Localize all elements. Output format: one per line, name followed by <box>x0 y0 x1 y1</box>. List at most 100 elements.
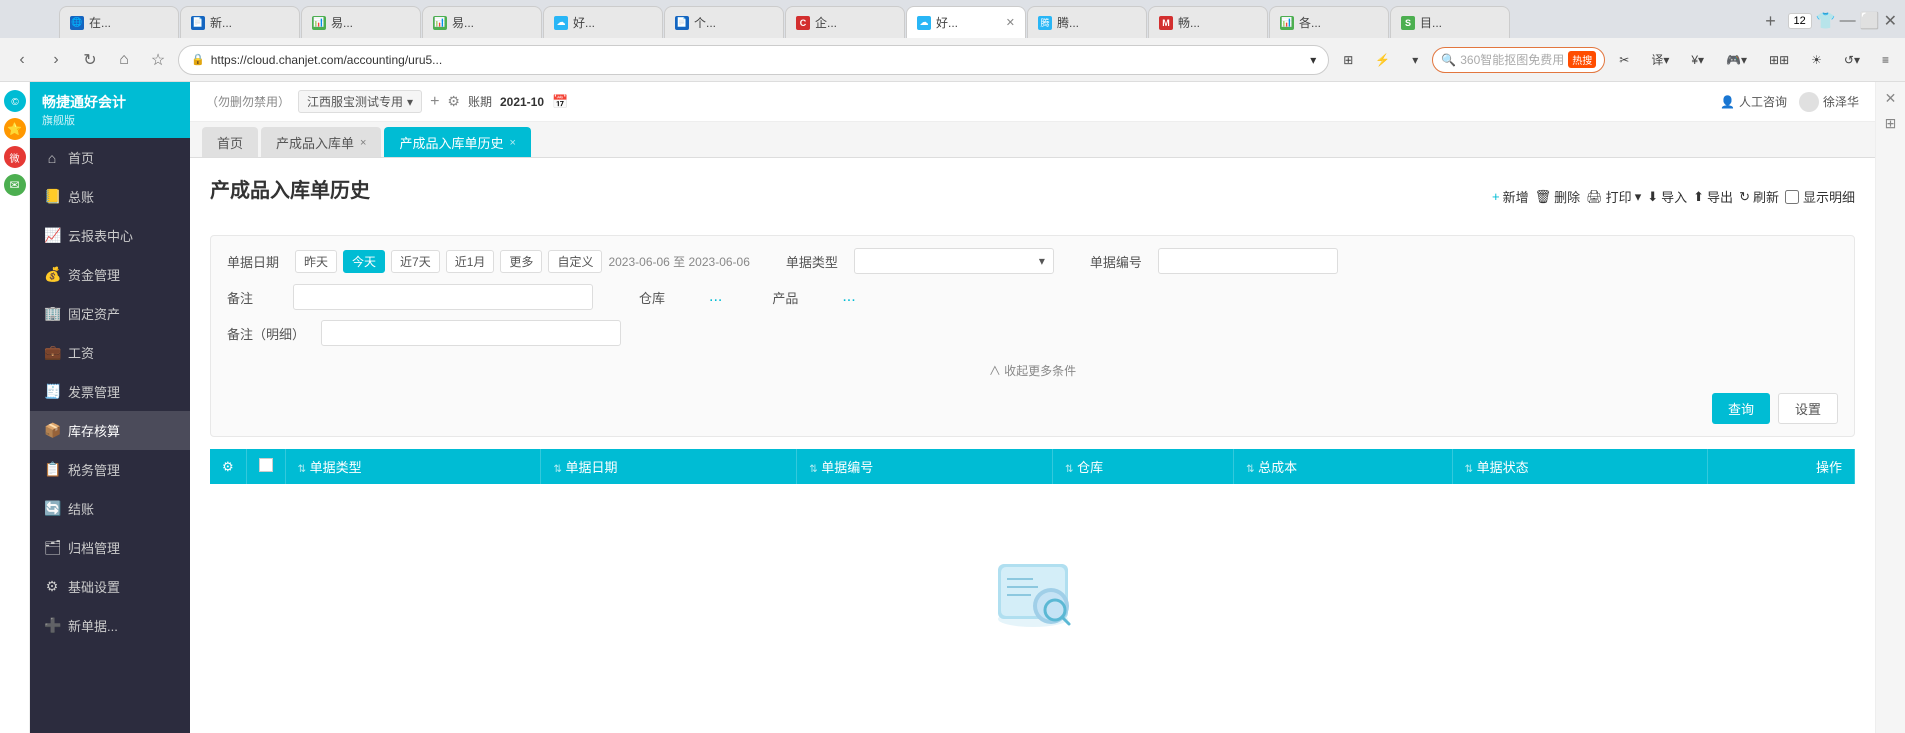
nav-item-reports[interactable]: 📈 云报表中心 <box>30 216 190 255</box>
browser-tab-9[interactable]: 腾 腾... <box>1027 6 1147 38</box>
nav-item-funds[interactable]: 💰 资金管理 <box>30 255 190 294</box>
translate-btn[interactable]: 译▾ <box>1643 46 1677 74</box>
nav-item-inventory[interactable]: 📦 库存核算 <box>30 411 190 450</box>
warehouse-dots-btn[interactable]: ... <box>705 288 726 306</box>
collapse-bar[interactable]: ∧ 收起更多条件 <box>227 356 1838 385</box>
number-input[interactable] <box>1158 248 1338 274</box>
refresh-btn[interactable]: ↻ <box>76 46 104 74</box>
minimize-btn[interactable]: — <box>1840 12 1856 30</box>
company-selector[interactable]: 江西服宝测试专用 ▾ <box>298 90 422 113</box>
nav-item-settle[interactable]: 🔄 结账 <box>30 489 190 528</box>
panel-expand-btn[interactable]: ⊞ <box>1885 115 1897 132</box>
page-tab-history-close[interactable]: × <box>509 137 515 149</box>
date-1month-btn[interactable]: 近1月 <box>446 250 495 273</box>
new-tab-btn[interactable]: + <box>1758 8 1784 34</box>
browser-tab-1[interactable]: 🌐 在... <box>59 6 179 38</box>
bookmark-btn[interactable]: ☆ <box>144 46 172 74</box>
scissors-icon[interactable]: ✂ <box>1611 46 1637 74</box>
back-btn[interactable]: ‹ <box>8 46 36 74</box>
date-more-btn[interactable]: 更多 <box>500 250 542 273</box>
nav-item-fixed[interactable]: 🏢 固定资产 <box>30 294 190 333</box>
add-company-btn[interactable]: + <box>430 93 439 111</box>
date-yesterday-btn[interactable]: 昨天 <box>295 250 337 273</box>
remark-detail-input[interactable] <box>321 320 621 346</box>
apps-btn[interactable]: ⊞⊞ <box>1761 46 1797 74</box>
export-action-btn[interactable]: ⬆ 导出 <box>1693 187 1733 206</box>
tab-count-badge[interactable]: 12 <box>1788 13 1812 29</box>
nav-item-wages[interactable]: 💼 工资 <box>30 333 190 372</box>
warehouse-filter-label: 仓库 <box>639 288 689 307</box>
user-profile-btn[interactable]: 徐泽华 <box>1799 92 1859 112</box>
page-tab-history[interactable]: 产成品入库单历史 × <box>384 127 530 157</box>
nav-item-settings[interactable]: ⚙ 基础设置 <box>30 567 190 606</box>
import-action-btn[interactable]: ⬇ 导入 <box>1647 187 1687 206</box>
new-action-btn[interactable]: + 新增 <box>1492 187 1529 206</box>
url-bar[interactable]: 🔒 https://cloud.chanjet.com/accounting/u… <box>178 45 1329 75</box>
search-360-bar[interactable]: 🔍 360智能抠图免费用 热搜 <box>1432 47 1605 73</box>
currency-btn[interactable]: ¥▾ <box>1683 46 1712 74</box>
page-tab-inbound[interactable]: 产成品入库单 × <box>261 127 381 157</box>
table-gear-col[interactable]: ⚙ <box>210 449 246 484</box>
show-detail-toggle[interactable]: 显示明细 <box>1785 187 1855 206</box>
page-tab-inbound-close[interactable]: × <box>360 137 366 149</box>
mail-icon[interactable]: ✉ <box>4 174 26 196</box>
brightness-btn[interactable]: ☀ <box>1803 46 1830 74</box>
browser-tab-2[interactable]: 📄 新... <box>180 6 300 38</box>
weibo-icon[interactable]: 微 <box>4 146 26 168</box>
undo-btn[interactable]: ↺▾ <box>1836 46 1868 74</box>
home-btn[interactable]: ⌂ <box>110 46 138 74</box>
table-col-total-cost[interactable]: ⇅ 总成本 <box>1234 449 1452 484</box>
print-action-btn[interactable]: 🖨 打印 ▾ <box>1586 187 1641 206</box>
game-btn[interactable]: 🎮▾ <box>1718 46 1755 74</box>
close-btn[interactable]: ✕ <box>1884 11 1897 31</box>
nav-item-tax[interactable]: 📋 税务管理 <box>30 450 190 489</box>
grid-icon[interactable]: ⊞ <box>1335 46 1361 74</box>
company-settings-btn[interactable]: ⚙ <box>447 93 460 110</box>
refresh-action-btn[interactable]: ↻ 刷新 <box>1739 187 1779 206</box>
nav-item-invoice[interactable]: 🧾 发票管理 <box>30 372 190 411</box>
tab-8-close[interactable]: ✕ <box>1006 16 1015 29</box>
nav-item-general[interactable]: 📒 总账 <box>30 177 190 216</box>
nav-label-home: 首页 <box>68 148 94 167</box>
star-icon[interactable]: ⭐ <box>4 118 26 140</box>
page-tab-home[interactable]: 首页 <box>202 127 258 157</box>
browser-tab-6[interactable]: 📄 个... <box>664 6 784 38</box>
chanjet-logo-icon[interactable]: © <box>4 90 26 112</box>
table-checkbox-col[interactable] <box>246 449 285 484</box>
browser-tab-4[interactable]: 📊 易... <box>422 6 542 38</box>
remark-input[interactable] <box>293 284 593 310</box>
browser-tab-3[interactable]: 📊 易... <box>301 6 421 38</box>
maximize-btn[interactable]: ⬜ <box>1860 11 1880 31</box>
date-custom-btn[interactable]: 自定义 <box>548 250 602 273</box>
nav-item-archive[interactable]: 🗂 归档管理 <box>30 528 190 567</box>
browser-tab-7[interactable]: C 企... <box>785 6 905 38</box>
panel-close-btn[interactable]: ✕ <box>1885 90 1897 107</box>
table-col-bill-status[interactable]: ⇅ 单据状态 <box>1452 449 1708 484</box>
lightning-btn[interactable]: ⚡ <box>1367 46 1398 74</box>
table-col-bill-type[interactable]: ⇅ 单据类型 <box>285 449 541 484</box>
nav-item-home[interactable]: ⌂ 首页 <box>30 138 190 177</box>
browser-tab-8[interactable]: ☁ 好... ✕ <box>906 6 1026 38</box>
forward-btn[interactable]: › <box>42 46 70 74</box>
ai-consult-btn[interactable]: 👤 人工咨询 <box>1720 93 1787 110</box>
set-btn[interactable]: 设置 <box>1778 393 1838 424</box>
table-col-bill-date[interactable]: ⇅ 单据日期 <box>541 449 797 484</box>
period-calendar-icon[interactable]: 📅 <box>552 94 568 110</box>
browser-tab-11[interactable]: 📊 各... <box>1269 6 1389 38</box>
product-dots-btn[interactable]: ... <box>838 288 859 306</box>
query-btn[interactable]: 查询 <box>1712 393 1770 424</box>
browser-tab-10[interactable]: M 畅... <box>1148 6 1268 38</box>
nav-item-newbill[interactable]: ➕ 新单据... <box>30 606 190 645</box>
date-today-btn[interactable]: 今天 <box>343 250 385 273</box>
show-detail-checkbox[interactable] <box>1785 190 1799 204</box>
delete-action-btn[interactable]: 🗑 删除 <box>1535 187 1581 206</box>
date-7days-btn[interactable]: 近7天 <box>391 250 440 273</box>
table-select-all-checkbox[interactable] <box>259 458 273 472</box>
type-select[interactable]: ▾ <box>854 248 1054 274</box>
table-col-bill-number[interactable]: ⇅ 单据编号 <box>797 449 1053 484</box>
more-btn[interactable]: ≡ <box>1874 46 1897 74</box>
url-dropdown-btn[interactable]: ▾ <box>1404 46 1426 74</box>
browser-tab-5[interactable]: ☁ 好... <box>543 6 663 38</box>
table-col-warehouse[interactable]: ⇅ 仓库 <box>1053 449 1234 484</box>
browser-tab-12[interactable]: S 目... <box>1390 6 1510 38</box>
